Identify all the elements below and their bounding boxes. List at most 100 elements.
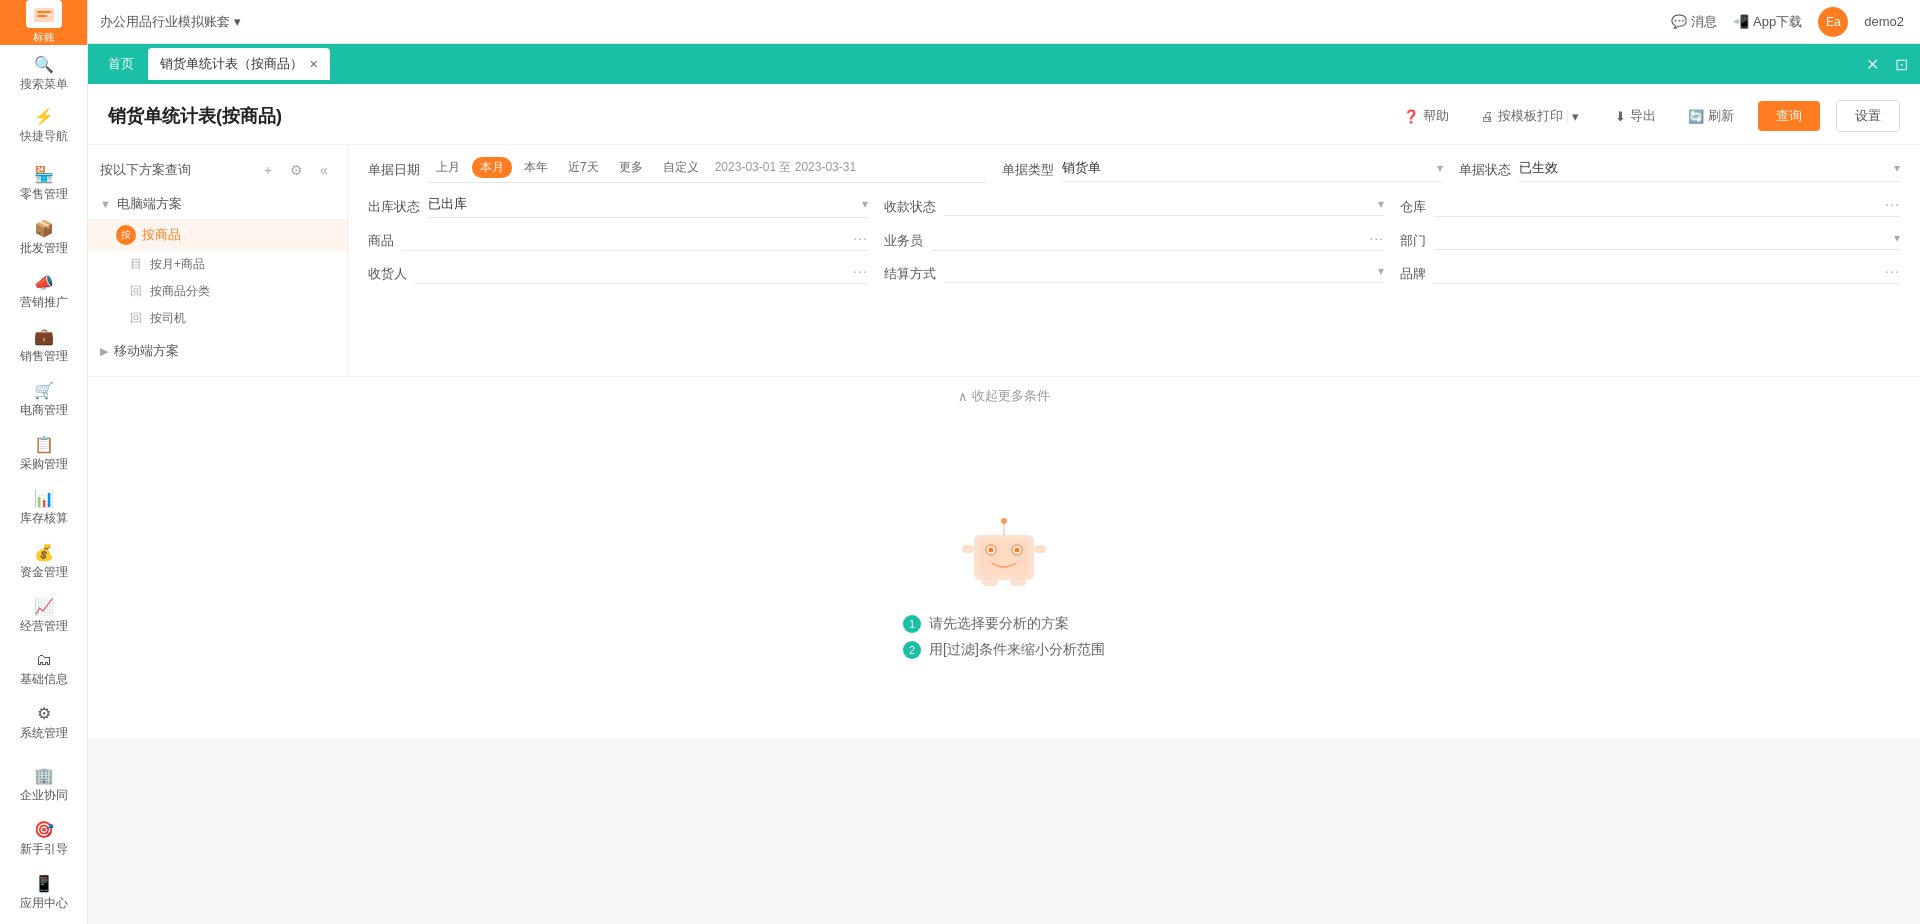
scheme-sub-item-driver[interactable]: 回 按司机 bbox=[88, 305, 347, 332]
warehouse-dots[interactable]: ··· bbox=[1885, 196, 1900, 212]
sidebar-item-wholesale[interactable]: 📦 批发管理 bbox=[0, 211, 88, 265]
warehouse-control[interactable]: ··· bbox=[1434, 196, 1900, 217]
doc-status-control[interactable]: 已生效 ▾ bbox=[1519, 159, 1900, 182]
date-btn-this-month[interactable]: 本月 bbox=[472, 157, 512, 178]
query-btn[interactable]: 查询 bbox=[1758, 101, 1820, 131]
export-btn[interactable]: ⬇ 导出 bbox=[1607, 103, 1664, 129]
filter-field-payment-method: 结算方式 ▾ bbox=[884, 264, 1384, 283]
sidebar-item-retail[interactable]: 🏪 零售管理 bbox=[0, 157, 88, 211]
help-btn[interactable]: ❓ 帮助 bbox=[1395, 103, 1457, 129]
doc-type-arrow[interactable]: ▾ bbox=[1437, 161, 1443, 175]
sidebar-item-marketing[interactable]: 📣 营销推广 bbox=[0, 265, 88, 319]
sidebar-item-quicknav[interactable]: ⚡ 快捷导航 bbox=[0, 97, 87, 149]
app-download-btn[interactable]: 📲 App下载 bbox=[1733, 13, 1802, 31]
user-avatar[interactable]: Ea bbox=[1818, 7, 1848, 37]
empty-illustration bbox=[944, 495, 1064, 595]
department-control[interactable]: ▾ bbox=[1434, 231, 1900, 250]
salesperson-control[interactable]: ··· bbox=[931, 230, 1384, 251]
scheme-item-by-product-label: 按商品 bbox=[142, 226, 181, 244]
outstock-label: 出库状态 bbox=[368, 198, 420, 216]
sidebar-item-quicknav-label: 快捷导航 bbox=[20, 128, 68, 145]
industry-selector[interactable]: 办公用品行业模拟账套 ▾ bbox=[100, 13, 241, 31]
sidebar-item-search[interactable]: 🔍 搜索菜单 bbox=[0, 45, 87, 97]
receiver-dots[interactable]: ··· bbox=[853, 263, 868, 279]
collapse-icon: ∧ bbox=[958, 389, 968, 404]
scheme-item-by-product[interactable]: 按 按商品 bbox=[88, 219, 347, 251]
step-1-text: 请先选择要分析的方案 bbox=[929, 615, 1069, 633]
sidebar-item-purchase[interactable]: 📋 采购管理 bbox=[0, 427, 88, 481]
outstock-control[interactable]: 已出库 ▾ bbox=[428, 195, 868, 218]
brand-control[interactable]: ··· bbox=[1434, 263, 1900, 284]
scheme-settings-btn[interactable]: ⚙ bbox=[285, 159, 307, 181]
sidebar-item-inventory-label: 库存核算 bbox=[20, 510, 68, 527]
message-label: 消息 bbox=[1691, 13, 1717, 31]
scheme-category-mobile[interactable]: ▶ 移动端方案 bbox=[88, 336, 347, 366]
collapse-more-btn[interactable]: ∧ 收起更多条件 bbox=[88, 376, 1920, 415]
step-num-1: 1 bbox=[903, 615, 921, 633]
template-print-arrow[interactable]: ▾ bbox=[1567, 109, 1583, 124]
filter-field-date: 单据日期 上月 本月 本年 近7天 更多 自定义 20 bbox=[368, 157, 986, 183]
appcenter-icon: 📱 bbox=[34, 874, 54, 893]
receipt-status-arrow[interactable]: ▾ bbox=[1378, 197, 1384, 211]
tab-sales-stat[interactable]: 销货单统计表（按商品） ✕ bbox=[148, 48, 330, 80]
enterprise-icon: 🏢 bbox=[34, 766, 54, 785]
date-btn-last-month[interactable]: 上月 bbox=[428, 157, 468, 178]
refresh-btn[interactable]: 🔄 刷新 bbox=[1680, 103, 1742, 129]
template-print-btn[interactable]: 🖨 按模板打印 ▾ bbox=[1473, 103, 1591, 129]
sidebar-item-newbie[interactable]: 🎯 新手引导 bbox=[0, 812, 88, 866]
scheme-add-btn[interactable]: + bbox=[257, 159, 279, 181]
payment-method-control[interactable]: ▾ bbox=[944, 264, 1384, 283]
department-arrow[interactable]: ▾ bbox=[1894, 231, 1900, 245]
date-btn-custom[interactable]: 自定义 bbox=[655, 157, 707, 178]
app-logo[interactable]: 标账 bbox=[0, 0, 88, 45]
tab-restore-btn[interactable]: ⊡ bbox=[1891, 51, 1912, 78]
product-dots[interactable]: ··· bbox=[853, 230, 868, 246]
salesperson-dots[interactable]: ··· bbox=[1369, 230, 1384, 246]
doc-status-arrow[interactable]: ▾ bbox=[1894, 161, 1900, 175]
sidebar-item-enterprise[interactable]: 🏢 企业协同 bbox=[0, 758, 88, 812]
doc-status-value: 已生效 bbox=[1519, 159, 1890, 177]
date-btn-this-year[interactable]: 本年 bbox=[516, 157, 556, 178]
sidebar-item-appcenter[interactable]: 📱 应用中心 bbox=[0, 866, 88, 920]
outstock-arrow[interactable]: ▾ bbox=[862, 197, 868, 211]
payment-method-arrow[interactable]: ▾ bbox=[1378, 264, 1384, 278]
sidebar-item-basic[interactable]: 🗂 基础信息 bbox=[0, 643, 88, 696]
tab-close-btn[interactable]: ✕ bbox=[1862, 51, 1883, 78]
filter-field-doc-status: 单据状态 已生效 ▾ bbox=[1459, 159, 1900, 182]
scheme-sub-item-category[interactable]: 回 按商品分类 bbox=[88, 278, 347, 305]
tab-home[interactable]: 首页 bbox=[96, 48, 146, 80]
user-name[interactable]: demo2 bbox=[1864, 14, 1904, 29]
tab-sales-stat-close[interactable]: ✕ bbox=[309, 58, 318, 71]
date-quick-btns: 上月 本月 本年 近7天 更多 自定义 bbox=[428, 157, 707, 178]
scheme-sub-item-driver-label: 按司机 bbox=[150, 310, 186, 327]
scheme-category-desktop[interactable]: ▼ 电脑端方案 bbox=[88, 189, 347, 219]
scheme-collapse-btn[interactable]: « bbox=[313, 159, 335, 181]
sidebar-item-ecommerce[interactable]: 🛒 电商管理 bbox=[0, 373, 88, 427]
sidebar-item-newbie-label: 新手引导 bbox=[20, 841, 68, 858]
filter-field-brand: 品牌 ··· bbox=[1400, 263, 1900, 284]
sidebar-item-system[interactable]: ⚙ 系统管理 bbox=[0, 696, 88, 750]
message-btn[interactable]: 💬 消息 bbox=[1671, 13, 1717, 31]
sidebar-item-wechat[interactable]: 💬 企业微信 bbox=[0, 920, 88, 924]
ecommerce-icon: 🛒 bbox=[34, 381, 54, 400]
date-btn-7days[interactable]: 近7天 bbox=[560, 157, 607, 178]
date-btn-more[interactable]: 更多 bbox=[611, 157, 651, 178]
sidebar-item-finance[interactable]: 💰 资金管理 bbox=[0, 535, 88, 589]
filter-field-warehouse: 仓库 ··· bbox=[1400, 196, 1900, 217]
sidebar-item-inventory[interactable]: 📊 库存核算 bbox=[0, 481, 88, 535]
receiver-control[interactable]: ··· bbox=[415, 263, 868, 284]
settings-label: 设置 bbox=[1855, 108, 1881, 123]
receipt-status-control[interactable]: ▾ bbox=[944, 197, 1384, 216]
mobile-category-expand-icon: ▶ bbox=[100, 345, 108, 358]
sidebar-item-operation[interactable]: 📈 经营管理 bbox=[0, 589, 88, 643]
product-control[interactable]: ··· bbox=[402, 230, 868, 251]
doc-type-control[interactable]: 销货单 ▾ bbox=[1062, 159, 1443, 182]
export-label: 导出 bbox=[1630, 107, 1656, 125]
system-icon: ⚙ bbox=[37, 704, 51, 723]
filter-field-salesperson: 业务员 ··· bbox=[884, 230, 1384, 251]
brand-dots[interactable]: ··· bbox=[1885, 263, 1900, 279]
sidebar-item-sales[interactable]: 💼 销售管理 bbox=[0, 319, 88, 373]
top-header: 办公用品行业模拟账套 ▾ 💬 消息 📲 App下载 Ea demo2 bbox=[88, 0, 1920, 44]
settings-btn[interactable]: 设置 bbox=[1836, 100, 1900, 132]
scheme-sub-item-month-product[interactable]: 目 按月+商品 bbox=[88, 251, 347, 278]
